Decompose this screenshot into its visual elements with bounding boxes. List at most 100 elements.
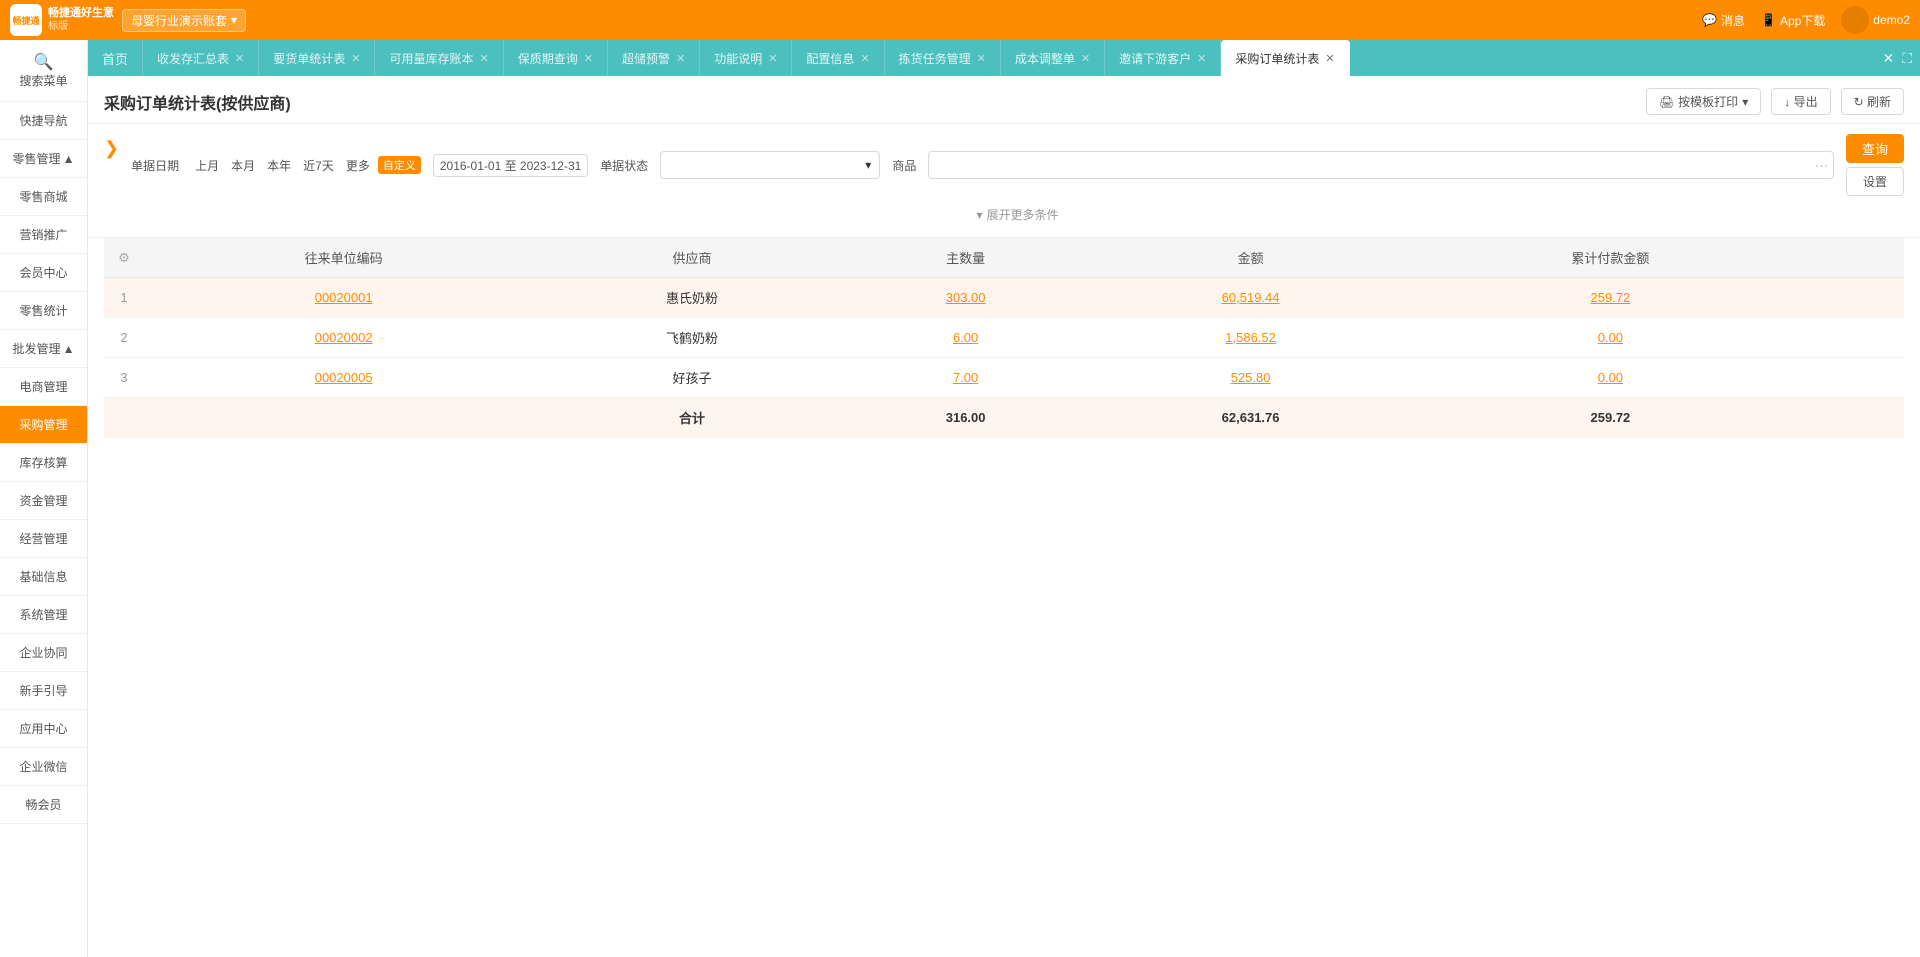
table-header: ⚙ 往来单位编码 供应商 主数量 金额 累计付款金额: [104, 238, 1904, 278]
settings-button[interactable]: 设置: [1846, 167, 1904, 196]
sidebar-item-inventory[interactable]: 库存核算: [0, 444, 87, 482]
tab-available-inventory-close[interactable]: ✕: [480, 52, 489, 65]
table-footer: 合计 316.00 62,631.76 259.72: [104, 398, 1904, 438]
tab-picking-task-label: 拣货任务管理: [899, 50, 971, 67]
tab-config-info-close[interactable]: ✕: [860, 52, 869, 65]
sidebar-item-finance[interactable]: 资金管理: [0, 482, 87, 520]
tab-picking-task[interactable]: 拣货任务管理 ✕: [885, 40, 1001, 76]
tab-picking-task-close[interactable]: ✕: [977, 52, 986, 65]
tab-expiry-query[interactable]: 保质期查询 ✕: [504, 40, 608, 76]
user-name: demo2: [1873, 13, 1910, 27]
tab-invite-downstream[interactable]: 邀请下游客户 ✕: [1105, 40, 1221, 76]
tab-bar-restore-btn[interactable]: ⛶: [1902, 50, 1912, 67]
tab-function-desc[interactable]: 功能说明 ✕: [700, 40, 792, 76]
sidebar-item-ecommerce-mgmt[interactable]: 电商管理: [0, 368, 87, 406]
shortcut-this-year[interactable]: 本年: [263, 155, 295, 176]
tab-available-inventory[interactable]: 可用量库存账本 ✕: [375, 40, 503, 76]
shortcut-7-days[interactable]: 近7天: [299, 155, 338, 176]
tab-function-desc-close[interactable]: ✕: [768, 52, 777, 65]
sidebar-inventory-label: 库存核算: [19, 456, 67, 470]
goods-filter-label: 商品: [892, 157, 916, 174]
sidebar-item-enterprise-coop[interactable]: 企业协同: [0, 634, 87, 672]
sidebar-item-quick-nav[interactable]: 快捷导航: [0, 102, 87, 140]
row-3-amount[interactable]: 525.80: [1090, 358, 1410, 398]
tab-purchase-stats[interactable]: 采购订单统计表 ✕: [1221, 40, 1349, 76]
status-select[interactable]: ▾: [660, 151, 880, 179]
goods-search-input[interactable]: [928, 151, 1834, 179]
tab-cost-adjust-close[interactable]: ✕: [1081, 52, 1090, 65]
account-dropdown[interactable]: 母婴行业演示账套 ▾: [122, 9, 246, 32]
sidebar-item-wholesale-mgmt[interactable]: 批发管理 ▲: [0, 330, 87, 368]
sidebar-item-system-mgmt[interactable]: 系统管理: [0, 596, 87, 634]
tab-goods-stats-close[interactable]: ✕: [351, 52, 360, 65]
row-1-amount[interactable]: 60,519.44: [1090, 278, 1410, 318]
top-bar-left: 畅捷通 畅捷通好生意 标版 母婴行业演示账套 ▾: [10, 4, 246, 36]
app-download-button[interactable]: 📱 App下载: [1761, 12, 1825, 29]
shortcut-this-month[interactable]: 本月: [227, 155, 259, 176]
footer-paid-amount: 259.72: [1411, 398, 1810, 438]
row-3-unit-code[interactable]: 00020005: [144, 358, 543, 398]
row-1-supplier: 惠氏奶粉: [543, 278, 841, 318]
tab-expiry-query-close[interactable]: ✕: [584, 52, 593, 65]
expand-conditions-button[interactable]: ▾ 展开更多条件: [977, 206, 1059, 223]
export-icon: ↓: [1784, 95, 1790, 109]
sidebar-item-app-center[interactable]: 应用中心: [0, 710, 87, 748]
filter-collapse-button[interactable]: ❯: [104, 138, 119, 159]
tab-receive-summary[interactable]: 收发存汇总表 ✕: [143, 40, 259, 76]
footer-empty-code: [144, 398, 543, 438]
row-2-amount[interactable]: 1,586.52: [1090, 318, 1410, 358]
query-button[interactable]: 查询: [1846, 134, 1904, 163]
sidebar-item-retail-mgmt[interactable]: 零售管理 ▲: [0, 140, 87, 178]
export-button[interactable]: ↓ 导出: [1771, 88, 1830, 115]
sidebar-item-benefits[interactable]: 畅会员: [0, 786, 87, 824]
tab-receive-summary-close[interactable]: ✕: [235, 52, 244, 65]
sidebar-item-search[interactable]: 🔍 搜索菜单: [0, 40, 87, 102]
tab-goods-stats[interactable]: 要货单统计表 ✕: [259, 40, 375, 76]
query-settings-col: 查询 设置: [1846, 134, 1904, 196]
date-range-display[interactable]: 2016-01-01 至 2023-12-31: [433, 154, 588, 177]
shortcut-more[interactable]: 更多: [342, 155, 374, 176]
sidebar-item-enterprise-wechat[interactable]: 企业微信: [0, 748, 87, 786]
sidebar-item-base-info[interactable]: 基础信息: [0, 558, 87, 596]
user-area[interactable]: demo2: [1841, 6, 1910, 34]
tab-bar-right: ✕ ⛶: [1874, 50, 1920, 67]
tab-home[interactable]: 首页: [88, 40, 143, 76]
sidebar-base-info-label: 基础信息: [19, 570, 67, 584]
goods-input-more-icon[interactable]: ···: [1815, 158, 1828, 173]
row-2-paid-amount[interactable]: 0.00: [1411, 318, 1810, 358]
tab-invite-downstream-close[interactable]: ✕: [1197, 52, 1206, 65]
sidebar-quick-nav-label: 快捷导航: [19, 114, 67, 128]
tab-bar: 首页 收发存汇总表 ✕ 要货单统计表 ✕ 可用量库存账本 ✕ 保质期查询 ✕: [88, 40, 1920, 76]
th-settings[interactable]: ⚙: [104, 238, 144, 278]
tab-overstock-warning[interactable]: 超储预警 ✕: [608, 40, 700, 76]
sidebar-item-new-guide[interactable]: 新手引导: [0, 672, 87, 710]
tab-expiry-query-label: 保质期查询: [518, 50, 578, 67]
shortcut-last-month[interactable]: 上月: [191, 155, 223, 176]
row-3-quantity[interactable]: 7.00: [841, 358, 1091, 398]
sidebar-item-purchase-mgmt[interactable]: 采购管理: [0, 406, 87, 444]
row-3-paid-amount[interactable]: 0.00: [1411, 358, 1810, 398]
sidebar-item-member-center[interactable]: 会员中心: [0, 254, 87, 292]
row-2-quantity[interactable]: 6.00: [841, 318, 1091, 358]
tab-bar-close-btn[interactable]: ✕: [1882, 50, 1894, 67]
tab-config-info[interactable]: 配置信息 ✕: [792, 40, 884, 76]
data-table-wrapper: ⚙ 往来单位编码 供应商 主数量 金额 累计付款金额 1: [88, 238, 1920, 957]
template-print-button[interactable]: 🖨 按模板打印 ▾: [1646, 88, 1761, 115]
row-2-unit-code[interactable]: 00020002: [144, 318, 543, 358]
th-empty: [1810, 238, 1904, 278]
logo-icon: 畅捷通: [10, 4, 42, 36]
row-1-paid-amount[interactable]: 259.72: [1411, 278, 1810, 318]
sidebar-item-marketing[interactable]: 营销推广: [0, 216, 87, 254]
footer-empty: [1810, 398, 1904, 438]
sidebar-item-retail-shop[interactable]: 零售商城: [0, 178, 87, 216]
row-1-unit-code[interactable]: 00020001: [144, 278, 543, 318]
sidebar-item-operations[interactable]: 经营管理: [0, 520, 87, 558]
tab-overstock-warning-close[interactable]: ✕: [676, 52, 685, 65]
tab-cost-adjust[interactable]: 成本调整单 ✕: [1001, 40, 1105, 76]
row-1-quantity[interactable]: 303.00: [841, 278, 1091, 318]
tab-purchase-stats-close[interactable]: ✕: [1325, 52, 1334, 65]
refresh-button[interactable]: ↻ 刷新: [1841, 88, 1904, 115]
sidebar-item-retail-stats[interactable]: 零售统计: [0, 292, 87, 330]
sidebar-search-label: 搜索菜单: [4, 72, 83, 89]
message-button[interactable]: 💬 消息: [1702, 12, 1745, 29]
